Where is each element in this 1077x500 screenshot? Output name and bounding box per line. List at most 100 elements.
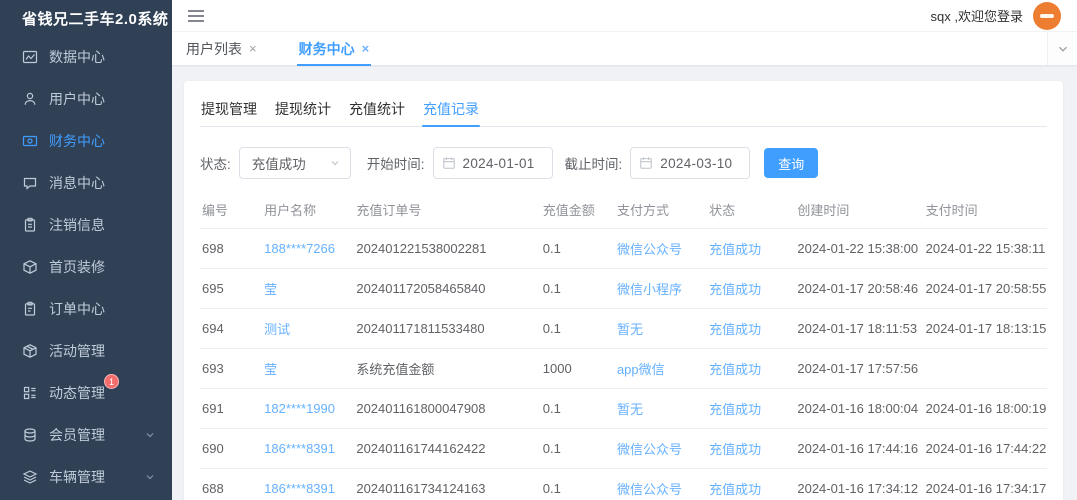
cell-amount: 0.1 xyxy=(541,309,615,349)
sidebar-item-vehicle-mgmt[interactable]: 车辆管理 xyxy=(0,456,172,498)
app-window: 省钱兄二手车2.0系统 数据中心 用户中心 财务中心 xyxy=(0,0,1077,500)
sidebar-item-data-center[interactable]: 数据中心 xyxy=(0,36,172,78)
sidebar-item-label: 会员管理 xyxy=(49,425,105,445)
cell-user[interactable]: 188****7266 xyxy=(262,229,354,269)
cell-user[interactable]: 测试 xyxy=(262,309,354,349)
sidebar-menu: 数据中心 用户中心 财务中心 消息中心 xyxy=(0,36,172,498)
cell-created_at: 2024-01-17 18:11:53 xyxy=(795,309,923,349)
cell-created_at: 2024-01-22 15:38:00 xyxy=(795,229,923,269)
close-icon[interactable] xyxy=(362,42,370,55)
sidebar-item-home-decor[interactable]: 首页装修 xyxy=(0,246,172,288)
app-title: 省钱兄二手车2.0系统 xyxy=(0,0,172,36)
sidebar: 省钱兄二手车2.0系统 数据中心 用户中心 财务中心 xyxy=(0,0,172,500)
cell-paid_at: 2024-01-22 15:38:11 xyxy=(924,229,1047,269)
col-header-id: 编号 xyxy=(200,191,262,229)
hamburger-menu-icon[interactable] xyxy=(186,8,206,24)
sidebar-item-label: 用户中心 xyxy=(49,89,105,109)
user-icon xyxy=(22,91,38,107)
cell-id: 691 xyxy=(200,389,262,429)
sidebar-item-user-center[interactable]: 用户中心 xyxy=(0,78,172,120)
clipboard-icon xyxy=(22,217,38,233)
table-row: 693莹系统充值金额1000app微信充值成功2024-01-17 17:57:… xyxy=(200,349,1047,389)
tab-label: 财务中心 xyxy=(299,39,355,59)
sidebar-item-order-center[interactable]: 订单中心 xyxy=(0,288,172,330)
window-tab-finance-center[interactable]: 财务中心 xyxy=(299,32,370,65)
cell-paid_at: 2024-01-17 18:13:15 xyxy=(924,309,1047,349)
cell-order_no: 202401172058465840 xyxy=(354,269,540,309)
sidebar-item-dynamic-mgmt[interactable]: 动态管理1 xyxy=(0,372,172,414)
cell-pay_method: 微信公众号 xyxy=(615,469,707,500)
chevron-down-icon xyxy=(144,471,156,483)
cell-order_no: 202401171811533480 xyxy=(354,309,540,349)
table-row: 688186****83912024011617341241630.1微信公众号… xyxy=(200,469,1047,500)
chart-image-icon xyxy=(22,49,38,65)
cell-status: 充值成功 xyxy=(707,229,795,269)
cell-order_no: 202401161800047908 xyxy=(354,389,540,429)
status-select-value: 充值成功 xyxy=(252,153,329,173)
sidebar-item-logout-info[interactable]: 注销信息 xyxy=(0,204,172,246)
cell-amount: 0.1 xyxy=(541,229,615,269)
window-tab-user-list[interactable]: 用户列表 xyxy=(186,32,257,65)
avatar[interactable] xyxy=(1033,2,1061,30)
calendar-icon xyxy=(442,156,456,170)
filter-bar: 状态: 充值成功 开始时间: 2024-01-01 截止 xyxy=(200,147,1047,179)
sidebar-item-member-mgmt[interactable]: 会员管理 xyxy=(0,414,172,456)
main-area: sqx ,欢迎您登录 用户列表 财务中心 提现管理 提现统计 xyxy=(172,0,1077,500)
cell-order_no: 202401221538002281 xyxy=(354,229,540,269)
cell-amount: 0.1 xyxy=(541,389,615,429)
welcome-text: sqx ,欢迎您登录 xyxy=(931,6,1023,25)
close-icon[interactable] xyxy=(249,42,257,55)
cell-amount: 0.1 xyxy=(541,269,615,309)
status-label: 状态: xyxy=(200,153,231,173)
cube-icon xyxy=(22,259,38,275)
cell-user[interactable]: 186****8391 xyxy=(262,469,354,500)
recharge-table: 编号 用户名称 充值订单号 充值金额 支付方式 状态 创建时间 支付时间 698… xyxy=(200,191,1047,500)
sidebar-item-activity-mgmt[interactable]: 活动管理 xyxy=(0,330,172,372)
tab-withdraw-mgmt[interactable]: 提现管理 xyxy=(200,91,258,126)
tabs-dropdown-button[interactable] xyxy=(1047,32,1077,65)
cell-user[interactable]: 186****8391 xyxy=(262,429,354,469)
tab-recharge-stats[interactable]: 充值统计 xyxy=(348,91,406,126)
sidebar-item-label: 财务中心 xyxy=(49,131,105,151)
search-button[interactable]: 查询 xyxy=(764,148,818,178)
cell-id: 695 xyxy=(200,269,262,309)
cell-amount: 0.1 xyxy=(541,469,615,500)
cell-pay_method: 微信小程序 xyxy=(615,269,707,309)
cell-pay_method: 微信公众号 xyxy=(615,429,707,469)
sidebar-item-label: 首页装修 xyxy=(49,257,105,277)
sidebar-item-label: 车辆管理 xyxy=(49,467,105,487)
cell-paid_at: 2024-01-16 17:34:17 xyxy=(924,469,1047,500)
cell-user[interactable]: 莹 xyxy=(262,269,354,309)
cell-status: 充值成功 xyxy=(707,309,795,349)
user-area: sqx ,欢迎您登录 xyxy=(931,2,1061,30)
cell-user[interactable]: 182****1990 xyxy=(262,389,354,429)
cell-order_no: 系统充值金额 xyxy=(354,349,540,389)
cell-status: 充值成功 xyxy=(707,269,795,309)
content-card: 提现管理 提现统计 充值统计 充值记录 状态: 充值成功 开始时间: xyxy=(184,81,1063,500)
cell-user[interactable]: 莹 xyxy=(262,349,354,389)
col-header-created-at: 创建时间 xyxy=(795,191,923,229)
document-icon xyxy=(22,301,38,317)
col-header-pay-method: 支付方式 xyxy=(615,191,707,229)
cell-amount: 1000 xyxy=(541,349,615,389)
tab-withdraw-stats[interactable]: 提现统计 xyxy=(274,91,332,126)
cell-paid_at: 2024-01-16 18:00:19 xyxy=(924,389,1047,429)
col-header-status: 状态 xyxy=(707,191,795,229)
notification-badge: 1 xyxy=(104,374,119,389)
status-select[interactable]: 充值成功 xyxy=(239,147,351,179)
tab-label: 用户列表 xyxy=(186,39,242,59)
cell-id: 690 xyxy=(200,429,262,469)
cell-created_at: 2024-01-17 20:58:46 xyxy=(795,269,923,309)
cell-order_no: 202401161744162422 xyxy=(354,429,540,469)
sidebar-item-label: 消息中心 xyxy=(49,173,105,193)
end-date-input[interactable]: 2024-03-10 xyxy=(630,147,750,179)
start-date-input[interactable]: 2024-01-01 xyxy=(433,147,553,179)
cell-created_at: 2024-01-17 17:57:56 xyxy=(795,349,923,389)
cell-amount: 0.1 xyxy=(541,429,615,469)
cell-status: 充值成功 xyxy=(707,469,795,500)
sidebar-item-finance-center[interactable]: 财务中心 xyxy=(0,120,172,162)
tab-recharge-records[interactable]: 充值记录 xyxy=(422,91,480,126)
chevron-down-icon xyxy=(329,157,341,169)
sidebar-item-message-center[interactable]: 消息中心 xyxy=(0,162,172,204)
sidebar-item-label: 动态管理1 xyxy=(49,383,105,403)
